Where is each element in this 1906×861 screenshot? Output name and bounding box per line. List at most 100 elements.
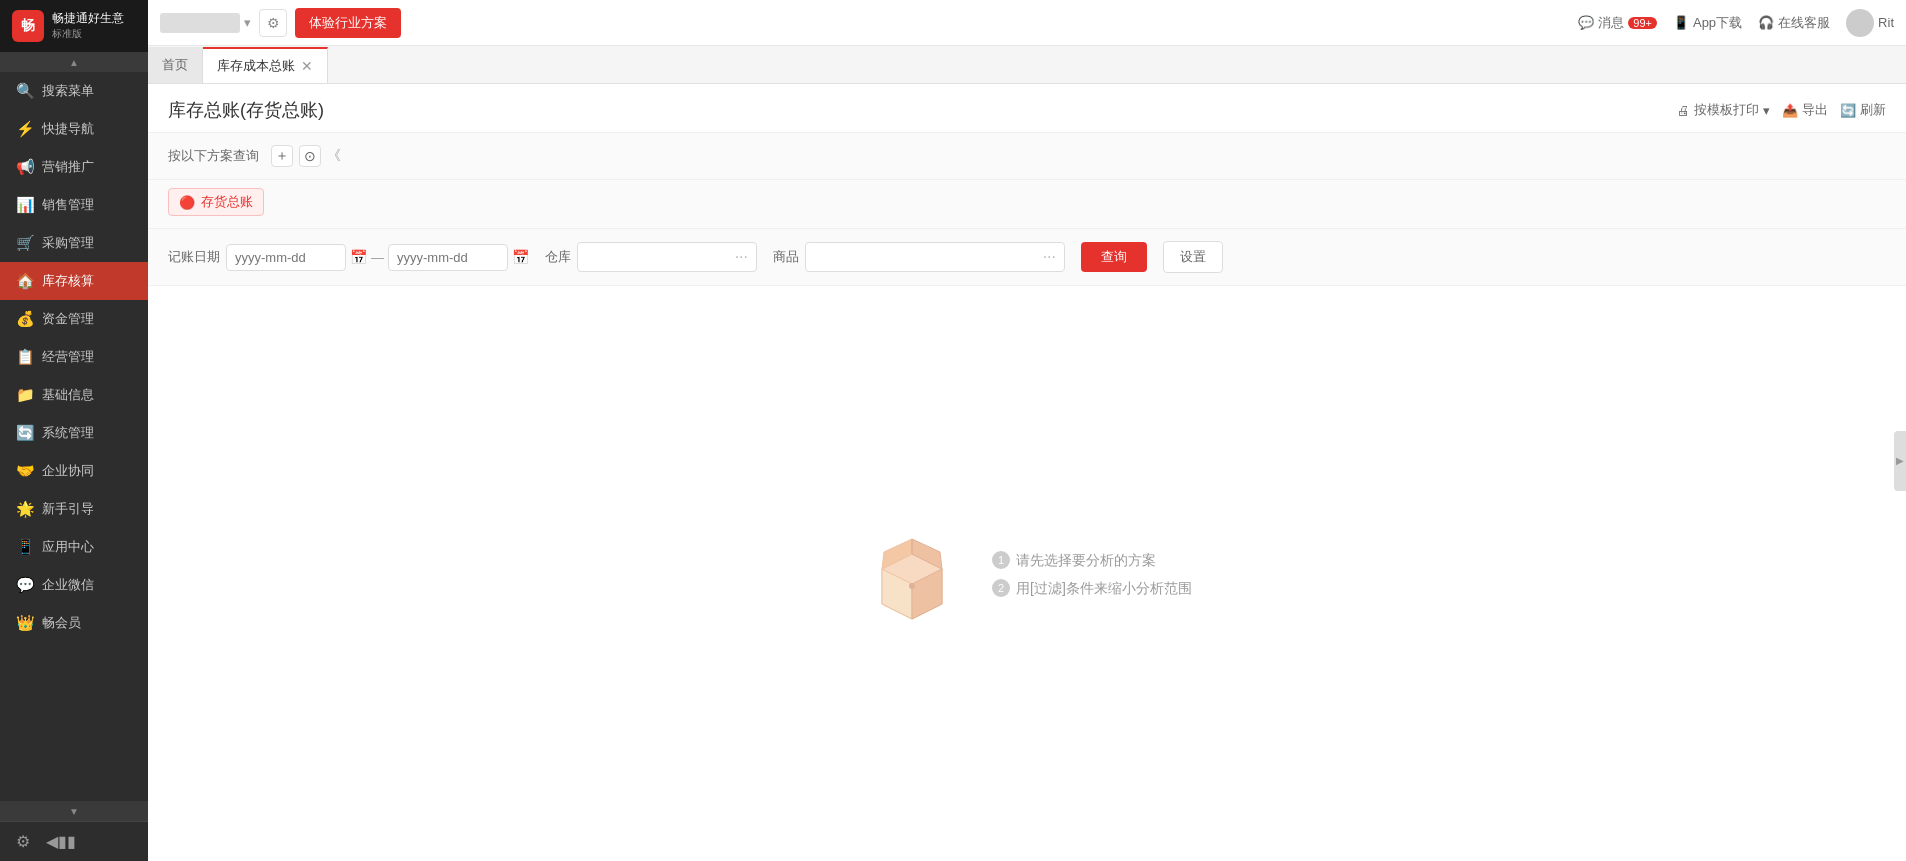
scheme-area: 🔴 存货总账	[148, 180, 1906, 229]
purchase-icon: 🛒	[16, 234, 34, 252]
product-select[interactable]: ···	[805, 242, 1065, 272]
user-area[interactable]: Rit	[1846, 9, 1894, 37]
user-avatar	[1846, 9, 1874, 37]
sidebar-item-shortcut[interactable]: ⚡快捷导航	[0, 110, 148, 148]
wechat-label: 企业微信	[42, 576, 94, 594]
sidebar-item-member[interactable]: 👑畅会员	[0, 604, 148, 642]
sidebar-item-marketing[interactable]: 📢营销推广	[0, 148, 148, 186]
sidebar-item-inventory[interactable]: 🏠库存核算	[0, 262, 148, 300]
print-btn[interactable]: 🖨 按模板打印 ▾	[1677, 101, 1770, 119]
sidebar-item-system[interactable]: 🔄系统管理	[0, 414, 148, 452]
app-badge: 标准版	[52, 27, 124, 41]
page-content: 库存总账(存货总账) 🖨 按模板打印 ▾ 📤 导出 🔄 刷新 按以下方案查	[148, 84, 1906, 861]
refresh-btn[interactable]: 🔄 刷新	[1840, 101, 1886, 119]
sidebar-item-apps[interactable]: 📱 应用中心	[0, 528, 148, 566]
header-actions: 🖨 按模板打印 ▾ 📤 导出 🔄 刷新	[1677, 101, 1886, 119]
scheme-label: 存货总账	[201, 193, 253, 211]
message-icon: 💬	[1578, 15, 1594, 30]
product-more-icon[interactable]: ···	[1043, 248, 1056, 266]
print-label: 按模板打印	[1694, 101, 1759, 119]
tab-inventory-label: 库存成本总账	[217, 57, 295, 75]
warehouse-more-icon[interactable]: ···	[735, 248, 748, 266]
topbar-left: ▾ ⚙ 体验行业方案	[160, 8, 1570, 38]
warehouse-label: 仓库	[545, 248, 571, 266]
tab-home[interactable]: 首页	[148, 47, 203, 83]
svg-point-6	[909, 583, 915, 589]
user-name: Rit	[1878, 15, 1894, 30]
sidebar-item-sales[interactable]: 📊销售管理	[0, 186, 148, 224]
empty-tip-2: 2 用[过滤]条件来缩小分析范围	[992, 574, 1192, 602]
sidebar-item-operation[interactable]: 📋经营管理	[0, 338, 148, 376]
date-end-input[interactable]	[388, 244, 508, 271]
calendar-start-icon[interactable]: 📅	[350, 249, 367, 265]
wechat-icon: 💬	[16, 576, 34, 594]
tip1-num: 1	[992, 551, 1010, 569]
message-btn[interactable]: 💬 消息 99+	[1578, 14, 1657, 32]
sidebar: 畅 畅捷通好生意 标准版 ▲ 🔍搜索菜单⚡快捷导航📢营销推广📊销售管理🛒采购管理…	[0, 0, 148, 861]
product-label: 商品	[773, 248, 799, 266]
filter-setting-btn[interactable]: ⊙	[299, 145, 321, 167]
tab-close-btn[interactable]: ✕	[301, 58, 313, 74]
refresh-icon: 🔄	[1840, 103, 1856, 118]
phone-icon: 📱	[1673, 15, 1689, 30]
sales-icon: 📊	[16, 196, 34, 214]
page-header: 库存总账(存货总账) 🖨 按模板打印 ▾ 📤 导出 🔄 刷新	[148, 84, 1906, 133]
scroll-up-btn[interactable]: ▲	[0, 52, 148, 72]
empty-tips: 1 请先选择要分析的方案 2 用[过滤]条件来缩小分析范围	[992, 546, 1192, 602]
warehouse-select[interactable]: ···	[577, 242, 757, 272]
topbar: ▾ ⚙ 体验行业方案 💬 消息 99+ 📱 App下载 🎧 在线客服 Rit	[148, 0, 1906, 46]
enterprise-icon: 🤝	[16, 462, 34, 480]
message-label: 消息	[1598, 14, 1624, 32]
sidebar-item-enterprise[interactable]: 🤝企业协同	[0, 452, 148, 490]
settings-btn[interactable]: 设置	[1163, 241, 1223, 273]
filter-add-btn[interactable]: ＋	[271, 145, 293, 167]
warehouse-field: 仓库 ···	[545, 242, 757, 272]
trial-btn[interactable]: 体验行业方案	[295, 8, 401, 38]
sidebar-item-wechat[interactable]: 💬 企业微信	[0, 566, 148, 604]
apps-icon: 📱	[16, 538, 34, 556]
apps-label: 应用中心	[42, 538, 94, 556]
marketing-label: 营销推广	[42, 158, 94, 176]
online-service-btn[interactable]: 🎧 在线客服	[1758, 14, 1830, 32]
message-badge: 99+	[1628, 17, 1657, 29]
product-field: 商品 ···	[773, 242, 1065, 272]
filter-label: 按以下方案查询	[168, 147, 259, 165]
sidebar-item-basic[interactable]: 📁基础信息	[0, 376, 148, 414]
member-icon: 👑	[16, 614, 34, 632]
sidebar-item-purchase[interactable]: 🛒采购管理	[0, 224, 148, 262]
filter-collapse-btn[interactable]: 《	[327, 147, 341, 165]
empty-illustration	[862, 524, 962, 624]
scroll-down-btn[interactable]: ▼	[0, 801, 148, 821]
audio-footer-icon[interactable]: ◀▮▮	[46, 832, 76, 851]
search-icon: 🔍	[16, 82, 34, 100]
breadcrumb: ▾	[160, 13, 251, 33]
app-download-btn[interactable]: 📱 App下载	[1673, 14, 1742, 32]
sidebar-footer: ⚙ ◀▮▮	[0, 821, 148, 861]
warehouse-value	[586, 250, 644, 265]
sidebar-item-search[interactable]: 🔍搜索菜单	[0, 72, 148, 110]
export-icon: 📤	[1782, 103, 1798, 118]
topbar-gear-btn[interactable]: ⚙	[259, 9, 287, 37]
breadcrumb-dropdown-icon[interactable]: ▾	[244, 15, 251, 30]
app-download-label: App下载	[1693, 14, 1742, 32]
print-dropdown-icon: ▾	[1763, 103, 1770, 118]
headset-icon: 🎧	[1758, 15, 1774, 30]
basic-icon: 📁	[16, 386, 34, 404]
calendar-end-icon[interactable]: 📅	[512, 249, 529, 265]
finance-label: 资金管理	[42, 310, 94, 328]
empty-state: 1 请先选择要分析的方案 2 用[过滤]条件来缩小分析范围	[862, 524, 1192, 624]
tab-inventory-ledger[interactable]: 库存成本总账 ✕	[203, 47, 328, 83]
query-btn[interactable]: 查询	[1081, 242, 1147, 272]
scheme-tag[interactable]: 🔴 存货总账	[168, 188, 264, 216]
export-btn[interactable]: 📤 导出	[1782, 101, 1828, 119]
operation-icon: 📋	[16, 348, 34, 366]
tab-home-label: 首页	[162, 56, 188, 74]
empty-tip-1: 1 请先选择要分析的方案	[992, 546, 1192, 574]
main-area: ▾ ⚙ 体验行业方案 💬 消息 99+ 📱 App下载 🎧 在线客服 Rit	[148, 0, 1906, 861]
right-collapse-btn[interactable]: ▶	[1894, 431, 1906, 491]
sidebar-item-finance[interactable]: 💰资金管理	[0, 300, 148, 338]
filter-actions: ＋ ⊙ 《	[271, 145, 341, 167]
settings-footer-icon[interactable]: ⚙	[16, 832, 30, 851]
sidebar-item-guide[interactable]: 🌟新手引导	[0, 490, 148, 528]
date-start-input[interactable]	[226, 244, 346, 271]
